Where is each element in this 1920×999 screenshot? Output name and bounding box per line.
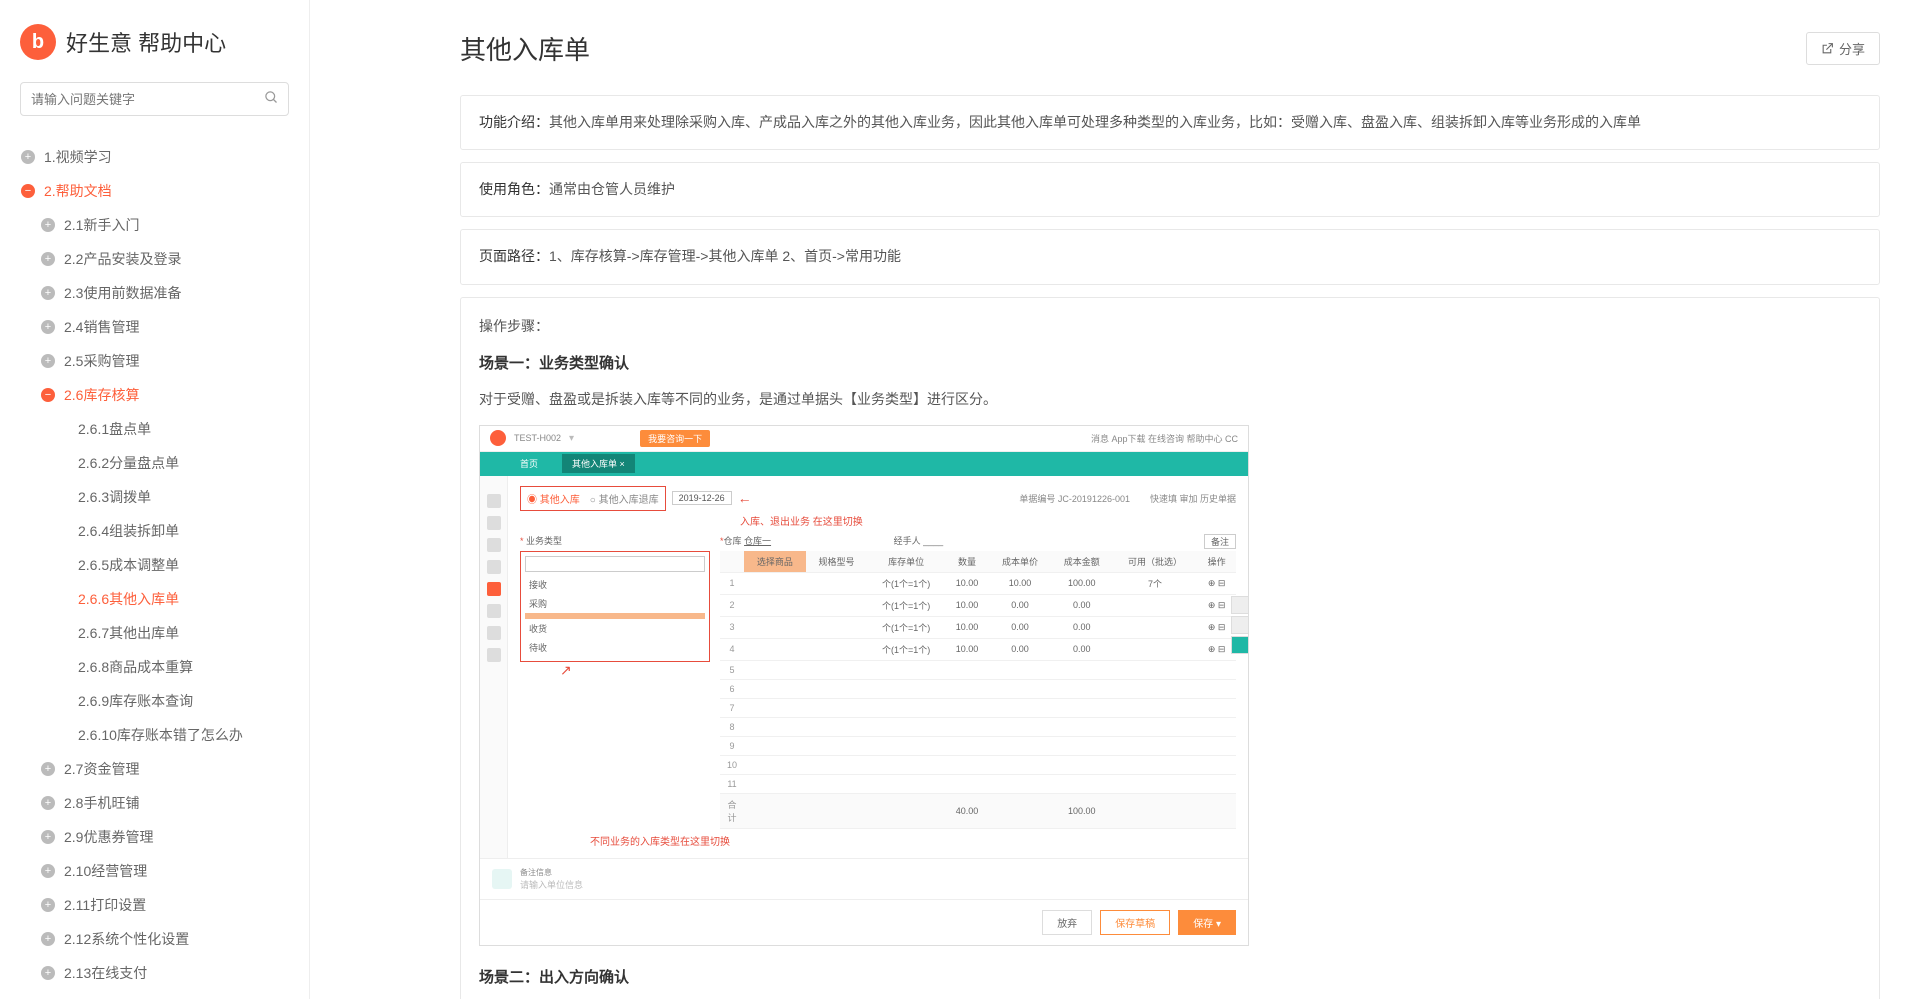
mock-doc-type-toggle: ◉ 其他入库 ○ 其他入库退库 xyxy=(520,486,666,511)
logo-row: b 好生意 帮助中心 xyxy=(20,24,289,60)
mock-consult-btn: 我要咨询一下 xyxy=(640,430,710,447)
intro-text: 其他入库单用来处理除采购入库、产成品入库之外的其他入库业务，因此其他入库单可处理… xyxy=(549,114,1641,130)
nav-2-6[interactable]: −2.6库存核算 xyxy=(20,378,289,412)
role-label: 使用角色： xyxy=(479,181,549,197)
nav-help-doc[interactable]: −2.帮助文档 xyxy=(20,174,289,208)
steps-box: 操作步骤： 场景一：业务类型确认 对于受赠、盘盈或是拆装入库等不同的业务，是通过… xyxy=(460,297,1880,999)
nav-2-6-5[interactable]: 2.6.5成本调整单 xyxy=(20,548,289,582)
nav-2-9[interactable]: +2.9优惠券管理 xyxy=(20,820,289,854)
mock-discard-btn: 放弃 xyxy=(1042,910,1092,935)
plus-icon: + xyxy=(40,897,56,913)
plus-icon: + xyxy=(40,829,56,845)
mock-remark-icon xyxy=(492,869,512,889)
mock-grid: 选择商品 规格型号 库存单位 数量 成本单价 成本金额 可用（批选） 操作 xyxy=(720,551,1236,829)
nav-2-6-4[interactable]: 2.6.4组装拆卸单 xyxy=(20,514,289,548)
scene1-title: 场景一：业务类型确认 xyxy=(479,352,1861,373)
mock-tab-current: 其他入库单 × xyxy=(562,454,635,473)
nav-2-12[interactable]: +2.12系统个性化设置 xyxy=(20,922,289,956)
mock-logo-icon xyxy=(490,430,506,446)
share-icon xyxy=(1821,42,1834,55)
mock-right-tabs xyxy=(1231,596,1249,656)
logo-icon: b xyxy=(20,24,56,60)
plus-icon: + xyxy=(40,285,56,301)
search-icon[interactable] xyxy=(264,90,279,109)
nav-2-6-2[interactable]: 2.6.2分量盘点单 xyxy=(20,446,289,480)
mock-annotation-2: 不同业务的入库类型在这里切换 xyxy=(590,833,1236,848)
nav-2-5[interactable]: +2.5采购管理 xyxy=(20,344,289,378)
minus-icon: − xyxy=(40,387,56,403)
mock-active-module-icon xyxy=(487,582,501,596)
intro-box: 功能介绍：其他入库单用来处理除采购入库、产成品入库之外的其他入库业务，因此其他入… xyxy=(460,95,1880,150)
plus-icon: + xyxy=(40,965,56,981)
plus-icon: + xyxy=(40,353,56,369)
sidebar: b 好生意 帮助中心 +1.视频学习 −2.帮助文档 +2.1新手入门 +2.2… xyxy=(0,0,310,999)
nav-2-2[interactable]: +2.2产品安装及登录 xyxy=(20,242,289,276)
plus-icon: + xyxy=(40,863,56,879)
nav-2-6-8[interactable]: 2.6.8商品成本重算 xyxy=(20,650,289,684)
main-content: 其他入库单 分享 功能介绍：其他入库单用来处理除采购入库、产成品入库之外的其他入… xyxy=(310,0,1920,999)
search-wrap xyxy=(20,82,289,116)
logo-text: 好生意 帮助中心 xyxy=(66,26,226,58)
scene2-title: 场景二：出入方向确认 xyxy=(479,966,1861,987)
role-box: 使用角色：通常由仓管人员维护 xyxy=(460,162,1880,217)
mock-save-btn: 保存 ▾ xyxy=(1178,910,1236,935)
plus-icon: + xyxy=(40,795,56,811)
intro-label: 功能介绍： xyxy=(479,114,549,130)
mock-side-icons xyxy=(480,476,508,858)
nav-2-13[interactable]: +2.13在线支付 xyxy=(20,956,289,990)
share-label: 分享 xyxy=(1839,39,1865,58)
plus-icon: + xyxy=(20,149,36,165)
nav-2-8[interactable]: +2.8手机旺铺 xyxy=(20,786,289,820)
nav-2-7[interactable]: +2.7资金管理 xyxy=(20,752,289,786)
plus-icon: + xyxy=(40,319,56,335)
path-text: 1、库存核算->库存管理->其他入库单 2、首页->常用功能 xyxy=(549,248,901,264)
nav-2-6-3[interactable]: 2.6.3调拨单 xyxy=(20,480,289,514)
nav-2-1[interactable]: +2.1新手入门 xyxy=(20,208,289,242)
steps-title: 操作步骤： xyxy=(479,316,1861,336)
plus-icon: + xyxy=(40,761,56,777)
nav-2-3[interactable]: +2.3使用前数据准备 xyxy=(20,276,289,310)
nav-video-learning[interactable]: +1.视频学习 xyxy=(20,140,289,174)
plus-icon: + xyxy=(40,251,56,267)
share-button[interactable]: 分享 xyxy=(1806,32,1880,65)
nav-2-11[interactable]: +2.11打印设置 xyxy=(20,888,289,922)
nav-2-4[interactable]: +2.4销售管理 xyxy=(20,310,289,344)
nav-2-6-1[interactable]: 2.6.1盘点单 xyxy=(20,412,289,446)
path-box: 页面路径：1、库存核算->库存管理->其他入库单 2、首页->常用功能 xyxy=(460,229,1880,284)
nav-2-6-10[interactable]: 2.6.10库存账本错了怎么办 xyxy=(20,718,289,752)
nav-tree: +1.视频学习 −2.帮助文档 +2.1新手入门 +2.2产品安装及登录 +2.… xyxy=(20,140,289,999)
mock-annotation-1: 入库、退出业务 在这里切换 xyxy=(740,513,1236,528)
mock-biz-type-dropdown: 接收 采购 收货 待收 xyxy=(520,551,710,662)
plus-icon: + xyxy=(40,217,56,233)
embedded-screenshot: TEST-H002 ▾ 我要咨询一下 消息 App下载 在线咨询 帮助中心 CC… xyxy=(479,425,1249,946)
mock-header-links: 消息 App下载 在线咨询 帮助中心 CC xyxy=(1091,432,1238,445)
nav-2-10[interactable]: +2.10经营管理 xyxy=(20,854,289,888)
nav-2-6-7[interactable]: 2.6.7其他出库单 xyxy=(20,616,289,650)
search-input[interactable] xyxy=(20,82,289,116)
page-title: 其他入库单 xyxy=(460,30,590,67)
nav-2-6-6[interactable]: 2.6.6其他入库单 xyxy=(20,582,289,616)
mock-env-label: TEST-H002 xyxy=(514,433,561,443)
scene1-text: 对于受赠、盘盈或是拆装入库等不同的业务，是通过单据头【业务类型】进行区分。 xyxy=(479,385,1861,413)
nav-2-6-9[interactable]: 2.6.9库存账本查询 xyxy=(20,684,289,718)
role-text: 通常由仓管人员维护 xyxy=(549,181,675,197)
minus-icon: − xyxy=(20,183,36,199)
nav-2-14[interactable]: +2.14常见问题 xyxy=(20,990,289,999)
mock-draft-btn: 保存草稿 xyxy=(1100,910,1170,935)
mock-tab-home: 首页 xyxy=(510,454,548,473)
mock-date-field: 2019-12-26 xyxy=(672,491,732,505)
path-label: 页面路径： xyxy=(479,248,549,264)
plus-icon: + xyxy=(40,931,56,947)
